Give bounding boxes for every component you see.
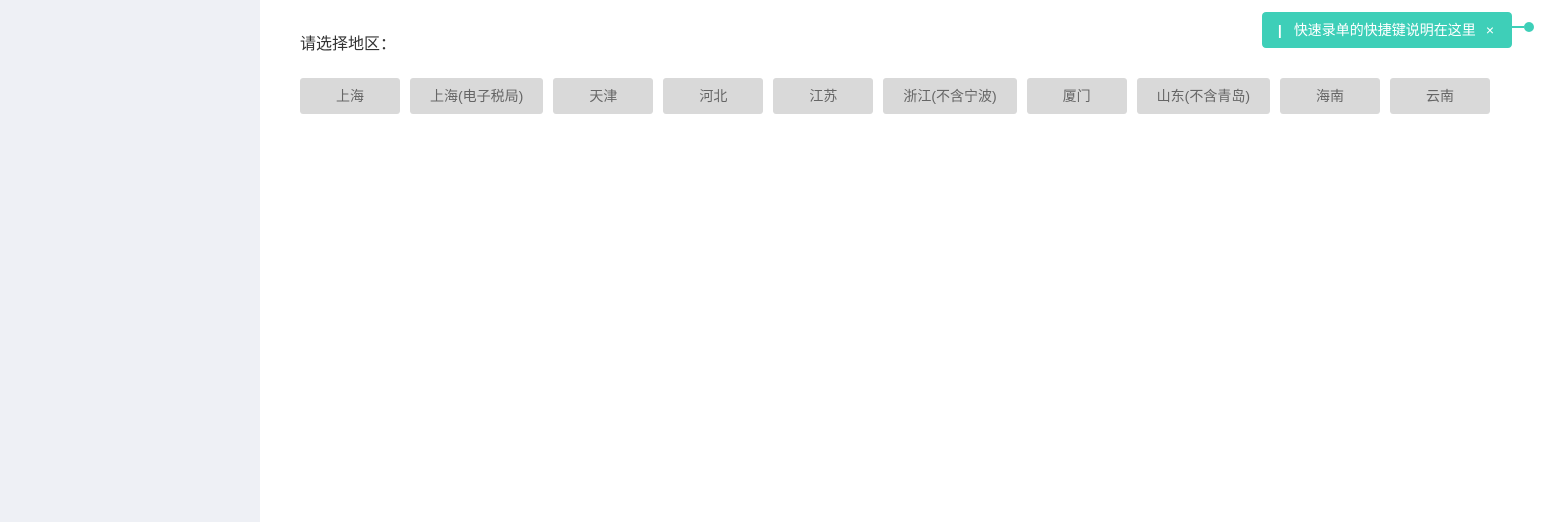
sidebar <box>0 0 260 522</box>
region-button-shandong[interactable]: 山东(不含青岛) <box>1137 78 1270 114</box>
region-button-shanghai[interactable]: 上海 <box>300 78 400 114</box>
region-button-shanghai-etax[interactable]: 上海(电子税局) <box>410 78 543 114</box>
region-button-tianjin[interactable]: 天津 <box>553 78 653 114</box>
region-buttons: 上海上海(电子税局) 天津河北江苏浙江(不含宁波) 厦门山东(不含青岛) 海南云南 <box>300 78 1522 114</box>
tooltip-close-button[interactable]: × <box>1484 23 1496 37</box>
tooltip-banner: 快速录单的快捷键说明在这里 × <box>1262 12 1512 48</box>
tooltip-dot <box>1524 22 1534 32</box>
region-button-hebei[interactable]: 河北 <box>663 78 763 114</box>
region-button-jiangsu[interactable]: 江苏 <box>773 78 873 114</box>
region-button-hainan[interactable]: 海南 <box>1280 78 1380 114</box>
region-button-zhejiang[interactable]: 浙江(不含宁波) <box>883 78 1016 114</box>
tooltip-line <box>1512 26 1524 28</box>
region-button-xiamen[interactable]: 厦门 <box>1027 78 1127 114</box>
tooltip-text: 快速录单的快捷键说明在这里 <box>1294 20 1476 40</box>
main-content: 请选择地区： 上海上海(电子税局)天津河北江苏浙江(不含宁波)厦门山东(不含青岛… <box>260 0 1562 522</box>
region-button-yunnan[interactable]: 云南 <box>1390 78 1490 114</box>
